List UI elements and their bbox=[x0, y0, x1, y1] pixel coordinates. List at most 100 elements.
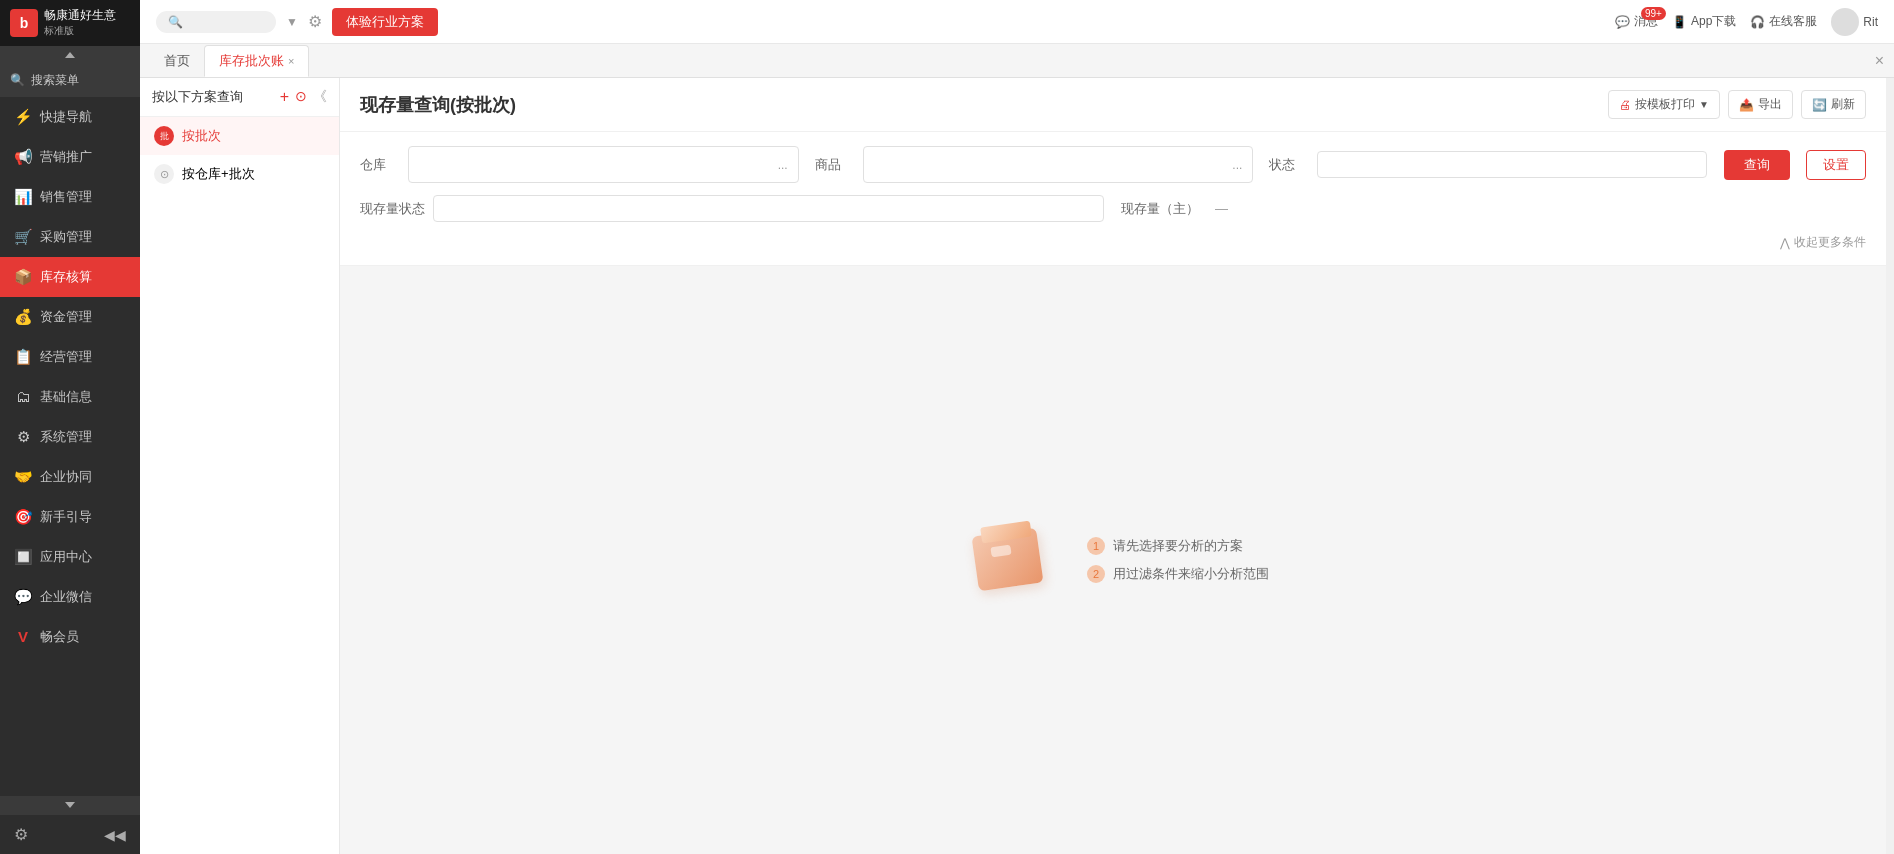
sidebar-item-wechat[interactable]: 💬 企业微信 bbox=[0, 577, 140, 617]
sidebar-item-label: 采购管理 bbox=[40, 228, 92, 246]
username: Rit bbox=[1863, 15, 1878, 29]
header-search-box[interactable]: 🔍 bbox=[156, 11, 276, 33]
app-title-block: 畅康通好生意 标准版 bbox=[44, 8, 116, 38]
user-profile[interactable]: Rit bbox=[1831, 8, 1878, 36]
plan-settings-icon[interactable]: ⊙ bbox=[295, 88, 307, 106]
inventory-icon: 📦 bbox=[14, 268, 32, 286]
sidebar-item-enterprise[interactable]: 🤝 企业协同 bbox=[0, 457, 140, 497]
sidebar-item-label: 销售管理 bbox=[40, 188, 92, 206]
sidebar-item-label: 经营管理 bbox=[40, 348, 92, 366]
purchase-icon: 🛒 bbox=[14, 228, 32, 246]
sidebar-item-app-center[interactable]: 🔲 应用中心 bbox=[0, 537, 140, 577]
sidebar-item-sales[interactable]: 📊 销售管理 bbox=[0, 177, 140, 217]
export-icon: 📤 bbox=[1739, 98, 1754, 112]
sidebar-item-beginner[interactable]: 🎯 新手引导 bbox=[0, 497, 140, 537]
sidebar-search[interactable]: 🔍 搜索菜单 bbox=[0, 64, 140, 97]
print-dropdown-icon[interactable]: ▼ bbox=[1699, 99, 1709, 110]
tip-number-2: 2 bbox=[1087, 565, 1105, 583]
sidebar-item-quick-nav[interactable]: ⚡ 快捷导航 bbox=[0, 97, 140, 137]
sales-icon: 📊 bbox=[14, 188, 32, 206]
scroll-up-arrow bbox=[65, 52, 75, 58]
tip-text-1: 请先选择要分析的方案 bbox=[1113, 537, 1243, 555]
tab-inventory-batch[interactable]: 库存批次账 × bbox=[204, 45, 309, 77]
tab-bar-close-btn[interactable]: × bbox=[1875, 52, 1884, 70]
sidebar-scroll-up[interactable] bbox=[0, 46, 140, 64]
page-content: 按以下方案查询 + ⊙ 《 批 按批次 ⊙ 按仓库+批次 现存量查询(按批次) bbox=[140, 78, 1894, 854]
audio-icon[interactable]: ◀◀ bbox=[104, 827, 126, 843]
sidebar-item-label: 资金管理 bbox=[40, 308, 92, 326]
refresh-btn[interactable]: 🔄 刷新 bbox=[1801, 90, 1866, 119]
enterprise-icon: 🤝 bbox=[14, 468, 32, 486]
left-panel-actions: + ⊙ 《 bbox=[280, 88, 327, 106]
plan-item-by-batch[interactable]: 批 按批次 bbox=[140, 117, 339, 155]
sidebar-header: b 畅康通好生意 标准版 bbox=[0, 0, 140, 46]
tab-home[interactable]: 首页 bbox=[150, 46, 204, 76]
app-name: 畅康通好生意 bbox=[44, 8, 116, 24]
warehouse-filter-group: 仓库 ... bbox=[360, 146, 799, 183]
plan-warehouse-label: 按仓库+批次 bbox=[182, 165, 255, 183]
online-service-item[interactable]: 🎧 在线客服 bbox=[1750, 13, 1817, 30]
filter-area: 仓库 ... 商品 ... 状态 bbox=[340, 132, 1886, 266]
sidebar-item-label: 库存核算 bbox=[40, 268, 92, 286]
operations-icon: 📋 bbox=[14, 348, 32, 366]
right-scrollbar[interactable] bbox=[1886, 78, 1894, 854]
stock-qty-dash: — bbox=[1215, 201, 1228, 216]
product-filter-group: 商品 ... bbox=[815, 146, 1254, 183]
warehouse-more-btn[interactable]: ... bbox=[778, 158, 788, 172]
collapse-panel-icon[interactable]: 《 bbox=[313, 88, 327, 106]
app-center-icon: 🔲 bbox=[14, 548, 32, 566]
message-item[interactable]: 💬 消息 99+ bbox=[1615, 13, 1658, 30]
print-icon: 🖨 bbox=[1619, 98, 1631, 112]
sidebar-item-purchase[interactable]: 🛒 采购管理 bbox=[0, 217, 140, 257]
query-button[interactable]: 查询 bbox=[1724, 150, 1790, 180]
app-download-icon: 📱 bbox=[1672, 15, 1687, 29]
right-content: 现存量查询(按批次) 🖨 按模板打印 ▼ 📤 导出 🔄 刷新 bbox=[340, 78, 1886, 854]
tip-text-2: 用过滤条件来缩小分析范围 bbox=[1113, 565, 1269, 583]
plan-warehouse-icon: ⊙ bbox=[154, 164, 174, 184]
tip-item-2: 2 用过滤条件来缩小分析范围 bbox=[1087, 565, 1269, 583]
sidebar-item-label: 畅会员 bbox=[40, 628, 79, 646]
trial-button[interactable]: 体验行业方案 bbox=[332, 8, 438, 36]
settings-button[interactable]: 设置 bbox=[1806, 150, 1866, 180]
sidebar-item-operations[interactable]: 📋 经营管理 bbox=[0, 337, 140, 377]
product-input[interactable] bbox=[874, 152, 1233, 177]
product-input-container[interactable]: ... bbox=[863, 146, 1254, 183]
sidebar-item-basic-info[interactable]: 🗂 基础信息 bbox=[0, 377, 140, 417]
tab-close-icon[interactable]: × bbox=[288, 55, 294, 67]
empty-tips: 1 请先选择要分析的方案 2 用过滤条件来缩小分析范围 bbox=[1087, 537, 1269, 583]
marketing-icon: 📢 bbox=[14, 148, 32, 166]
plan-item-warehouse-batch[interactable]: ⊙ 按仓库+批次 bbox=[140, 155, 339, 193]
sidebar-item-vip[interactable]: V 畅会员 bbox=[0, 617, 140, 657]
refresh-label: 刷新 bbox=[1831, 96, 1855, 113]
status-filter-group: 状态 全部 正常 停用 ▼ bbox=[1269, 151, 1708, 178]
app-logo: b bbox=[10, 9, 38, 37]
warehouse-input[interactable] bbox=[419, 152, 778, 177]
app-download-label: App下载 bbox=[1691, 13, 1736, 30]
add-plan-icon[interactable]: + bbox=[280, 88, 289, 106]
sidebar-item-system[interactable]: ⚙ 系统管理 bbox=[0, 417, 140, 457]
system-icon: ⚙ bbox=[14, 428, 32, 446]
export-btn[interactable]: 📤 导出 bbox=[1728, 90, 1793, 119]
sidebar-item-finance[interactable]: 💰 资金管理 bbox=[0, 297, 140, 337]
header-settings-icon[interactable]: ⚙ bbox=[308, 12, 322, 31]
export-label: 导出 bbox=[1758, 96, 1782, 113]
sidebar-item-inventory[interactable]: 📦 库存核算 bbox=[0, 257, 140, 297]
tabs-bar: 首页 库存批次账 × × bbox=[140, 44, 1894, 78]
app-download-item[interactable]: 📱 App下载 bbox=[1672, 13, 1736, 30]
collapse-label: 收起更多条件 bbox=[1794, 234, 1866, 251]
sidebar-scroll-down[interactable] bbox=[0, 796, 140, 814]
print-btn[interactable]: 🖨 按模板打印 ▼ bbox=[1608, 90, 1720, 119]
warehouse-input-container[interactable]: ... bbox=[408, 146, 799, 183]
header-dropdown-icon[interactable]: ▼ bbox=[286, 15, 298, 29]
product-label: 商品 bbox=[815, 156, 855, 174]
tab-active-label: 库存批次账 bbox=[219, 52, 284, 70]
collapse-btn[interactable]: ⋀ 收起更多条件 bbox=[1780, 234, 1866, 251]
title-actions: 🖨 按模板打印 ▼ 📤 导出 🔄 刷新 bbox=[1608, 90, 1866, 119]
sidebar-item-label: 系统管理 bbox=[40, 428, 92, 446]
settings-icon[interactable]: ⚙ bbox=[14, 825, 28, 844]
filter-row-2: 现存量状态 ▼ 现存量（主） — bbox=[360, 195, 1866, 222]
sidebar-item-marketing[interactable]: 📢 营销推广 bbox=[0, 137, 140, 177]
stock-status-select[interactable] bbox=[433, 195, 1104, 222]
product-more-btn[interactable]: ... bbox=[1232, 158, 1242, 172]
status-select[interactable]: 全部 正常 停用 bbox=[1317, 151, 1707, 178]
